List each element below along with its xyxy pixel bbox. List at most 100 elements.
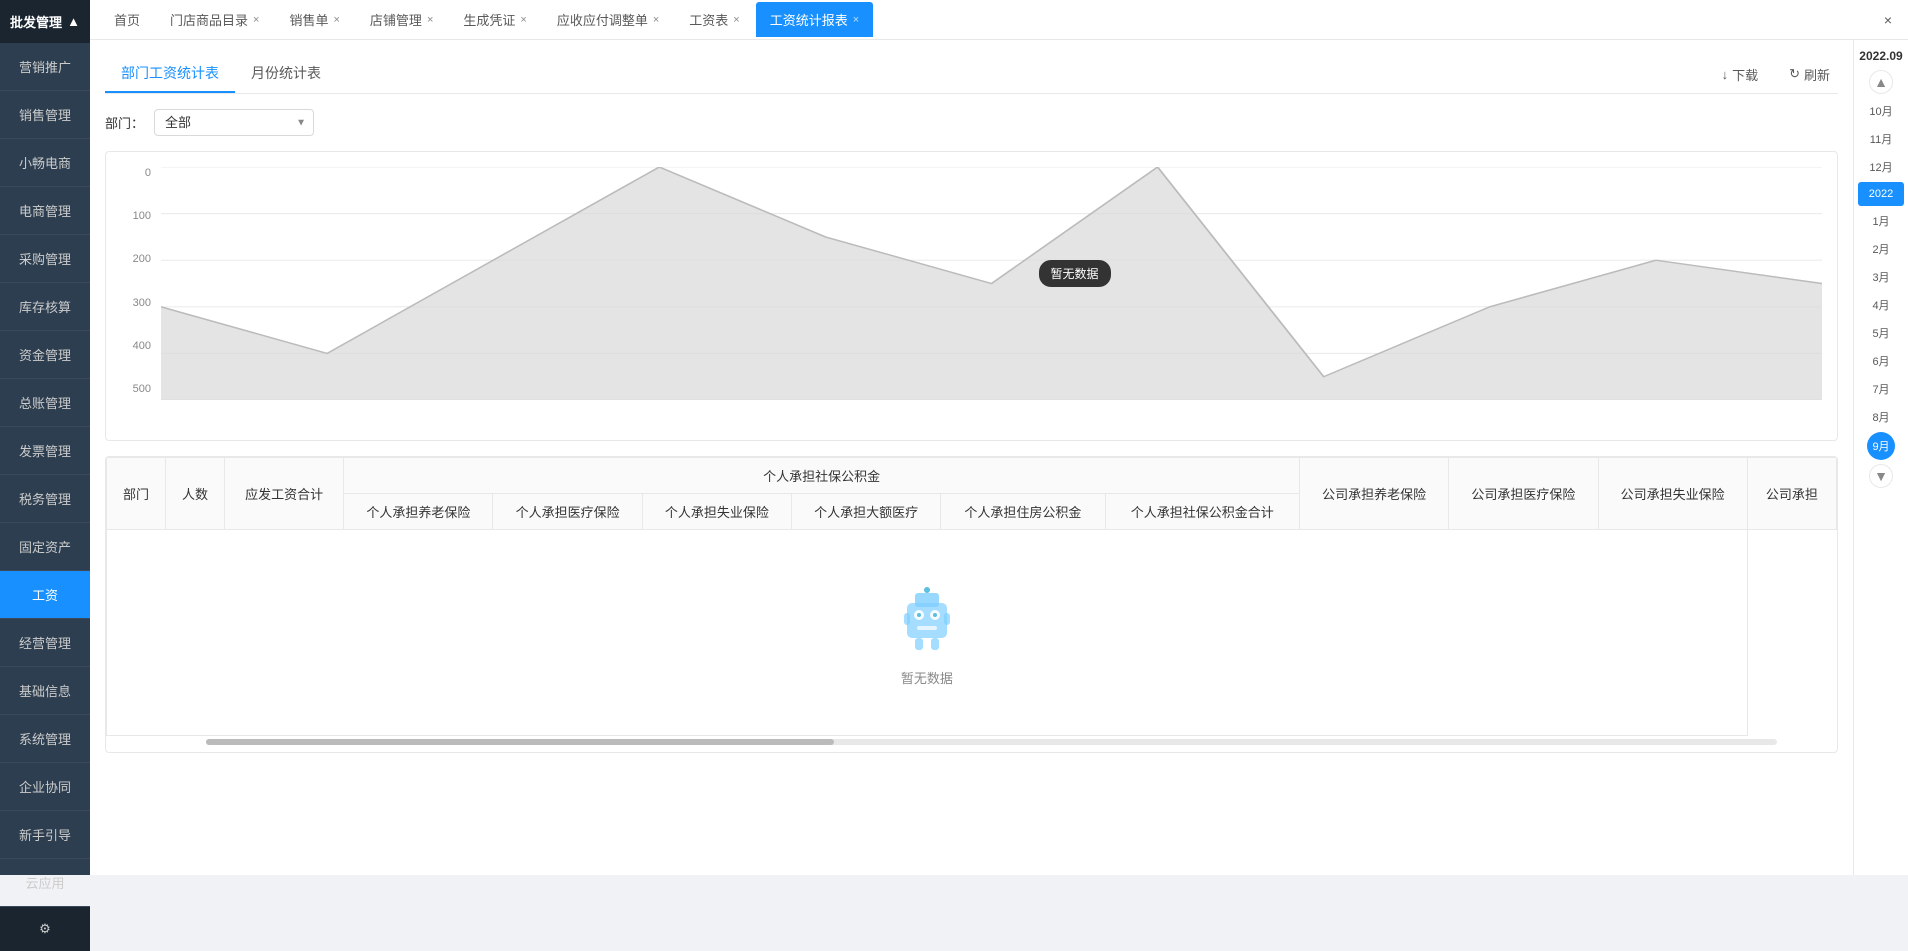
sub-tabs: 部门工资统计表 月份统计表 ↓ 下载 ↻ 刷新 — [105, 55, 1838, 94]
tab-close-shop-mgmt[interactable]: × — [427, 14, 433, 26]
chart-y-axis: 500 400 300 200 100 0 — [121, 167, 151, 395]
toolbar-row: 部门： 全部 — [105, 109, 1838, 136]
tab-home[interactable]: 首页 — [100, 2, 154, 37]
dept-label: 部门： — [105, 113, 144, 132]
sidebar-header[interactable]: 批发管理 ▲ — [0, 0, 90, 43]
sidebar-item-cggl[interactable]: 采购管理 — [0, 235, 90, 283]
refresh-icon: ↻ — [1789, 66, 1800, 82]
empty-robot-icon — [887, 578, 967, 658]
timeline-apr[interactable]: 4月 — [1854, 291, 1908, 319]
chart-container: 500 400 300 200 100 0 — [105, 151, 1838, 441]
sidebar-item-yxtt[interactable]: 营销推广 — [0, 43, 90, 91]
tab-payroll-report[interactable]: 工资统计报表 × — [756, 2, 873, 37]
timeline-up-button[interactable]: ▲ — [1869, 70, 1893, 94]
sub-tab-dept[interactable]: 部门工资统计表 — [105, 55, 235, 93]
sidebar-item-fpgl[interactable]: 发票管理 — [0, 427, 90, 475]
tab-close-store-catalog[interactable]: × — [253, 14, 259, 26]
timeline-year-2022: 2022.09 — [1857, 45, 1904, 67]
toolbar-left: 部门： 全部 — [105, 109, 314, 136]
tab-bar-close-button[interactable]: × — [1878, 10, 1898, 30]
timeline-nov[interactable]: 11月 — [1854, 125, 1908, 153]
sidebar-item-gdzcz[interactable]: 固定资产 — [0, 523, 90, 571]
sidebar-item-xsgl[interactable]: 销售管理 — [0, 91, 90, 139]
timeline-dec[interactable]: 12月 — [1854, 153, 1908, 181]
th-personal-total: 个人承担社保公积金合计 — [1105, 494, 1299, 530]
empty-state: 暂无数据 — [119, 538, 1735, 727]
timeline-down-button[interactable]: ▼ — [1869, 464, 1893, 488]
timeline-may[interactable]: 5月 — [1854, 319, 1908, 347]
tab-close-payroll-report[interactable]: × — [853, 14, 859, 26]
tab-sales[interactable]: 销售单 × — [275, 2, 353, 37]
timeline-feb[interactable]: 2月 — [1854, 235, 1908, 263]
chart-svg — [161, 167, 1822, 400]
main-container: 首页 门店商品目录 × 销售单 × 店铺管理 × 生成凭证 × 应收应付调整单 … — [90, 0, 1908, 875]
sidebar: 批发管理 ▲ 营销推广 销售管理 小畅电商 电商管理 采购管理 库存核算 资金管… — [0, 0, 90, 875]
scrollbar-area — [106, 738, 1837, 750]
th-personal-unemployment: 个人承担失业保险 — [642, 494, 791, 530]
sidebar-item-dsgl[interactable]: 电商管理 — [0, 187, 90, 235]
timeline-mar[interactable]: 3月 — [1854, 263, 1908, 291]
tab-close-ar-ap[interactable]: × — [653, 14, 659, 26]
tab-shop-mgmt[interactable]: 店铺管理 × — [356, 2, 447, 37]
download-button[interactable]: ↓ 下载 — [1714, 61, 1767, 88]
th-company-unemployment: 公司承担失业保险 — [1598, 458, 1747, 530]
sidebar-item-xtgl[interactable]: 系统管理 — [0, 715, 90, 763]
timeline-year-badge[interactable]: 2022 — [1858, 182, 1904, 206]
timeline-panel: 2022.09 ▲ 10月 11月 12月 2022 1月 2月 3月 — [1853, 40, 1908, 875]
sidebar-item-xsyd[interactable]: 新手引导 — [0, 811, 90, 859]
empty-text: 暂无数据 — [901, 668, 953, 687]
y-label-0: 0 — [121, 167, 151, 179]
sidebar-item-zzgl[interactable]: 总账管理 — [0, 379, 90, 427]
content-area: 部门工资统计表 月份统计表 ↓ 下载 ↻ 刷新 — [90, 40, 1908, 875]
y-label-200: 200 — [121, 253, 151, 265]
tab-close-voucher[interactable]: × — [520, 14, 526, 26]
tab-close-sales[interactable]: × — [333, 14, 339, 26]
sidebar-item-xcdsh[interactable]: 小畅电商 — [0, 139, 90, 187]
sidebar-settings[interactable]: ⚙ — [0, 907, 90, 951]
th-personal-housing: 个人承担住房公积金 — [941, 494, 1105, 530]
th-dept: 部门 — [107, 458, 166, 530]
tab-voucher[interactable]: 生成凭证 × — [449, 2, 540, 37]
refresh-button[interactable]: ↻ 刷新 — [1781, 61, 1838, 88]
tab-payroll[interactable]: 工资表 × — [675, 2, 753, 37]
timeline-sep-active[interactable]: 9月 — [1867, 432, 1895, 460]
th-company-medical: 公司承担医疗保险 — [1449, 458, 1598, 530]
tab-store-catalog[interactable]: 门店商品目录 × — [156, 2, 273, 37]
dept-select[interactable]: 全部 — [154, 109, 314, 136]
tab-close-payroll[interactable]: × — [733, 14, 739, 26]
sidebar-item-jygl[interactable]: 经营管理 — [0, 619, 90, 667]
timeline-oct[interactable]: 10月 — [1854, 97, 1908, 125]
y-label-500: 500 — [121, 383, 151, 395]
sidebar-title: 批发管理 — [10, 12, 62, 31]
sub-tab-month[interactable]: 月份统计表 — [235, 55, 337, 93]
horizontal-scrollbar-track[interactable] — [206, 739, 1777, 745]
sidebar-item-kchsz[interactable]: 库存核算 — [0, 283, 90, 331]
page-content: 部门工资统计表 月份统计表 ↓ 下载 ↻ 刷新 — [90, 40, 1853, 875]
sidebar-toggle-icon: ▲ — [67, 14, 80, 29]
tab-ar-ap[interactable]: 应收应付调整单 × — [543, 2, 673, 37]
th-personal-pension: 个人承担养老保险 — [344, 494, 493, 530]
tab-bar-actions: × — [1878, 10, 1898, 30]
sidebar-item-jcxx[interactable]: 基础信息 — [0, 667, 90, 715]
timeline-aug[interactable]: 8月 — [1854, 403, 1908, 431]
chart-tooltip: 暂无数据 — [1039, 260, 1111, 287]
dept-select-wrapper: 全部 — [154, 109, 314, 136]
timeline-jul[interactable]: 7月 — [1854, 375, 1908, 403]
sidebar-item-yyy[interactable]: 云应用 — [0, 859, 90, 907]
sub-tab-actions: ↓ 下载 ↻ 刷新 — [1714, 61, 1838, 88]
sidebar-item-zjgl[interactable]: 资金管理 — [0, 331, 90, 379]
sidebar-item-qytx[interactable]: 企业协同 — [0, 763, 90, 811]
timeline-jun[interactable]: 6月 — [1854, 347, 1908, 375]
th-count: 人数 — [166, 458, 225, 530]
data-table-container: 部门 人数 应发工资合计 个人承担社保公积金 公司承担养老保险 公司承担医疗保险… — [105, 456, 1838, 753]
table-empty-cell: 暂无数据 — [107, 530, 1748, 736]
horizontal-scrollbar-thumb[interactable] — [206, 739, 834, 745]
timeline-jan[interactable]: 1月 — [1854, 207, 1908, 235]
th-personal-medical: 个人承担医疗保险 — [493, 494, 642, 530]
th-personal-major-medical: 个人承担大额医疗 — [792, 494, 941, 530]
th-personal-group: 个人承担社保公积金 — [344, 458, 1300, 494]
sidebar-item-swgl[interactable]: 税务管理 — [0, 475, 90, 523]
sidebar-item-gz[interactable]: 工资 — [0, 571, 90, 619]
tab-bar: 首页 门店商品目录 × 销售单 × 店铺管理 × 生成凭证 × 应收应付调整单 … — [90, 0, 1908, 40]
y-label-400: 400 — [121, 340, 151, 352]
